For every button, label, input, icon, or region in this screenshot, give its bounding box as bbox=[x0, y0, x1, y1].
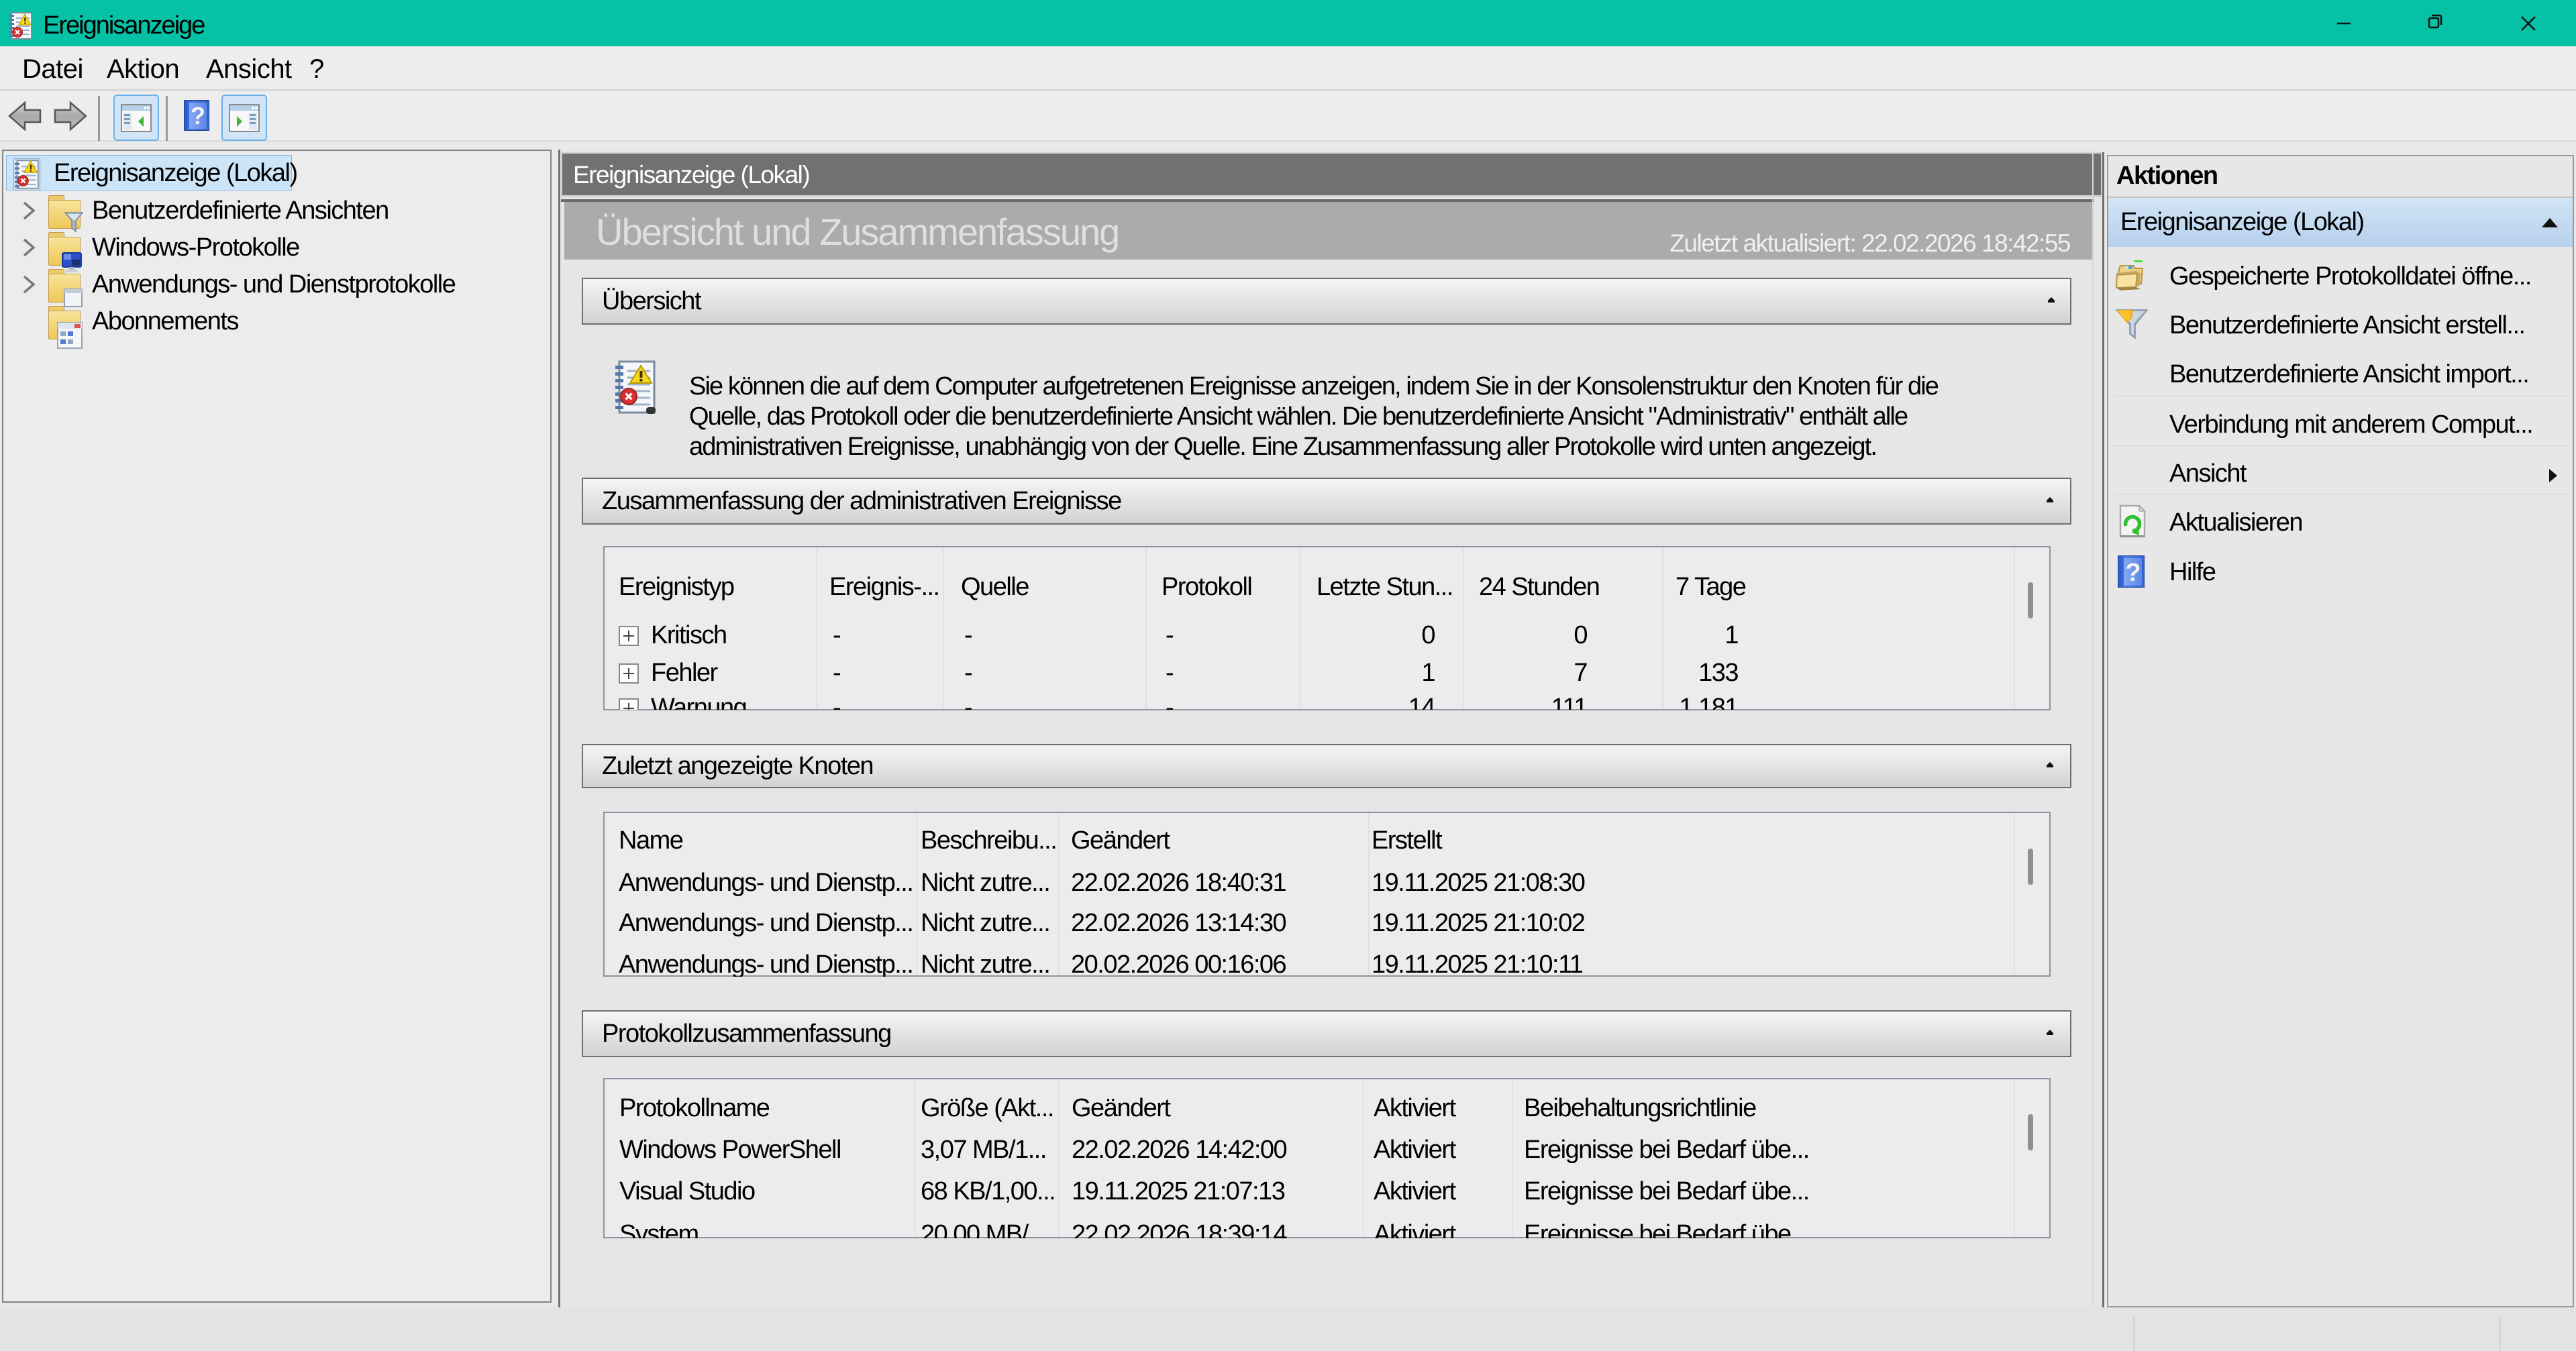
svg-text:?: ? bbox=[2125, 559, 2141, 587]
svg-text:?: ? bbox=[191, 102, 205, 129]
